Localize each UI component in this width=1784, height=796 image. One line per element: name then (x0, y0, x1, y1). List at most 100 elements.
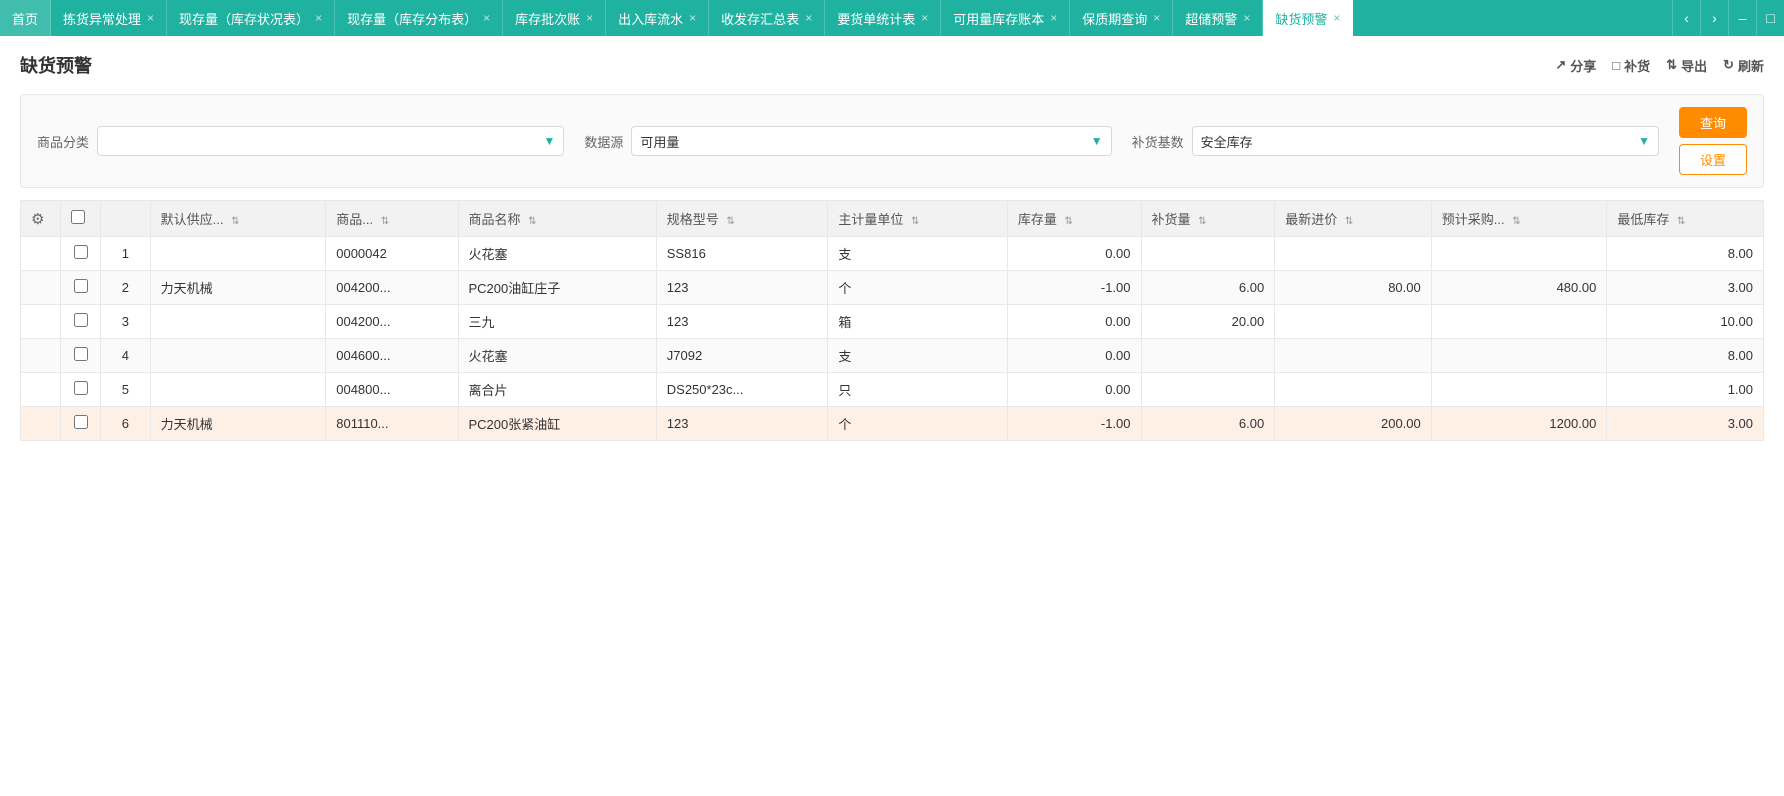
settings-button[interactable]: 设置 (1679, 144, 1747, 175)
sort-unit-icon: ⇅ (911, 216, 919, 227)
td-check-1 (61, 271, 101, 305)
table-header-row: ⚙ 默认供应... ⇅ 商品... ⇅ 商品名称 ⇅ (21, 201, 1764, 237)
tab-overstock[interactable]: 超储预警 × (1173, 0, 1263, 36)
tab-close-expiry[interactable]: × (1153, 11, 1160, 25)
tab-close-stock-dist[interactable]: × (483, 11, 490, 25)
td-num-0: 1 (101, 237, 151, 271)
tab-close-abnormal[interactable]: × (147, 11, 154, 25)
td-num-3: 4 (101, 339, 151, 373)
th-min-stock[interactable]: 最低库存 ⇅ (1607, 201, 1764, 237)
tab-bar: 首页 拣货异常处理 × 现存量（库存状况表） × 现存量（库存分布表） × 库存… (0, 0, 1784, 36)
export-button[interactable]: ⇅ 导出 (1666, 56, 1707, 75)
select-all-checkbox[interactable] (71, 210, 85, 224)
table-row: 6 力天机械 801110... PC200张紧油缸 123 个 -1.00 6… (21, 407, 1764, 441)
td-supplier-5: 力天机械 (150, 407, 326, 441)
tab-navigation: ‹ › ‒ □ (1672, 0, 1784, 36)
td-latest-price-1: 80.00 (1275, 271, 1432, 305)
tab-close-batch[interactable]: × (586, 11, 593, 25)
sort-stock-icon: ⇅ (1064, 216, 1072, 227)
tab-minimize-btn[interactable]: ‒ (1728, 0, 1756, 36)
td-min-stock-0: 8.00 (1607, 237, 1764, 271)
tab-close-inout[interactable]: × (689, 11, 696, 25)
th-spec[interactable]: 规格型号 ⇅ (656, 201, 828, 237)
th-product-name[interactable]: 商品名称 ⇅ (458, 201, 656, 237)
th-unit[interactable]: 主计量单位 ⇅ (828, 201, 1007, 237)
th-supplier[interactable]: 默认供应... ⇅ (150, 201, 326, 237)
td-replenish-0 (1141, 237, 1275, 271)
th-stock[interactable]: 库存量 ⇅ (1007, 201, 1141, 237)
tab-recv-total[interactable]: 收发存汇总表 × (709, 0, 825, 36)
replenish-base-label: 补货基数 (1132, 132, 1184, 151)
row-checkbox-1[interactable] (74, 279, 88, 293)
tab-expiry[interactable]: 保质期查询 × (1070, 0, 1173, 36)
tab-batch-account[interactable]: 库存批次账 × (503, 0, 606, 36)
td-unit-5: 个 (828, 407, 1007, 441)
tab-close-overstock[interactable]: × (1243, 11, 1250, 25)
gear-icon[interactable]: ⚙ (31, 211, 44, 228)
tab-close-recv[interactable]: × (805, 11, 812, 25)
td-product-name-1: PC200油缸庄子 (458, 271, 656, 305)
row-checkbox-4[interactable] (74, 381, 88, 395)
replenish-base-select[interactable]: 安全库存 ▼ (1192, 126, 1659, 156)
tab-inout-flow[interactable]: 出入库流水 × (606, 0, 709, 36)
td-est-purchase-4 (1431, 373, 1607, 407)
td-unit-0: 支 (828, 237, 1007, 271)
table-row: 3 004200... 三九 123 箱 0.00 20.00 10.00 (21, 305, 1764, 339)
tab-prev-btn[interactable]: ‹ (1672, 0, 1700, 36)
row-checkbox-0[interactable] (74, 245, 88, 259)
td-latest-price-4 (1275, 373, 1432, 407)
td-est-purchase-1: 480.00 (1431, 271, 1607, 305)
datasource-select[interactable]: 可用量 ▼ (631, 126, 1111, 156)
tab-stock-status[interactable]: 现存量（库存状况表） × (167, 0, 335, 36)
refresh-button[interactable]: ↻ 刷新 (1723, 56, 1764, 75)
tab-maximize-btn[interactable]: □ (1756, 0, 1784, 36)
query-button[interactable]: 查询 (1679, 107, 1747, 138)
tab-close-stock-status[interactable]: × (315, 11, 322, 25)
tab-home[interactable]: 首页 (0, 0, 51, 36)
export-icon: ⇅ (1666, 57, 1677, 73)
tab-abnormal[interactable]: 拣货异常处理 × (51, 0, 167, 36)
td-replenish-4 (1141, 373, 1275, 407)
td-check-4 (61, 373, 101, 407)
th-est-purchase[interactable]: 预计采购... ⇅ (1431, 201, 1607, 237)
td-stock-0: 0.00 (1007, 237, 1141, 271)
row-checkbox-5[interactable] (74, 415, 88, 429)
sort-supplier-icon: ⇅ (231, 216, 239, 227)
td-gear-5 (21, 407, 61, 441)
td-min-stock-1: 3.00 (1607, 271, 1764, 305)
td-num-2: 3 (101, 305, 151, 339)
tab-order-stat[interactable]: 要货单统计表 × (825, 0, 941, 36)
share-button[interactable]: ↗ 分享 (1555, 56, 1596, 75)
td-est-purchase-0 (1431, 237, 1607, 271)
tab-available[interactable]: 可用量库存账本 × (941, 0, 1070, 36)
category-select[interactable]: ▼ (97, 126, 564, 156)
datasource-select-value: 可用量 (640, 132, 679, 151)
table-body: 1 0000042 火花塞 SS816 支 0.00 8.00 2 力天机械 0… (21, 237, 1764, 441)
tab-stock-dist[interactable]: 现存量（库存分布表） × (335, 0, 503, 36)
replenish-button[interactable]: □ 补货 (1612, 56, 1650, 75)
td-latest-price-3 (1275, 339, 1432, 373)
category-label: 商品分类 (37, 132, 89, 151)
table-row: 1 0000042 火花塞 SS816 支 0.00 8.00 (21, 237, 1764, 271)
td-check-3 (61, 339, 101, 373)
filter-actions: 查询 设置 (1679, 107, 1747, 175)
replenish-base-dropdown-icon: ▼ (1638, 134, 1650, 148)
row-checkbox-2[interactable] (74, 313, 88, 327)
td-check-5 (61, 407, 101, 441)
tab-close-shortage[interactable]: × (1333, 11, 1340, 25)
datasource-filter-group: 数据源 可用量 ▼ (584, 126, 1111, 156)
td-stock-1: -1.00 (1007, 271, 1141, 305)
tab-shortage[interactable]: 缺货预警 × (1263, 0, 1353, 36)
row-checkbox-3[interactable] (74, 347, 88, 361)
td-supplier-1: 力天机械 (150, 271, 326, 305)
tab-close-order[interactable]: × (921, 11, 928, 25)
table-row: 2 力天机械 004200... PC200油缸庄子 123 个 -1.00 6… (21, 271, 1764, 305)
th-replenish[interactable]: 补货量 ⇅ (1141, 201, 1275, 237)
table-row: 4 004600... 火花塞 J7092 支 0.00 8.00 (21, 339, 1764, 373)
td-latest-price-0 (1275, 237, 1432, 271)
th-num (101, 201, 151, 237)
tab-next-btn[interactable]: › (1700, 0, 1728, 36)
tab-close-available[interactable]: × (1050, 11, 1057, 25)
th-latest-price[interactable]: 最新进价 ⇅ (1275, 201, 1432, 237)
th-product-code[interactable]: 商品... ⇅ (326, 201, 458, 237)
